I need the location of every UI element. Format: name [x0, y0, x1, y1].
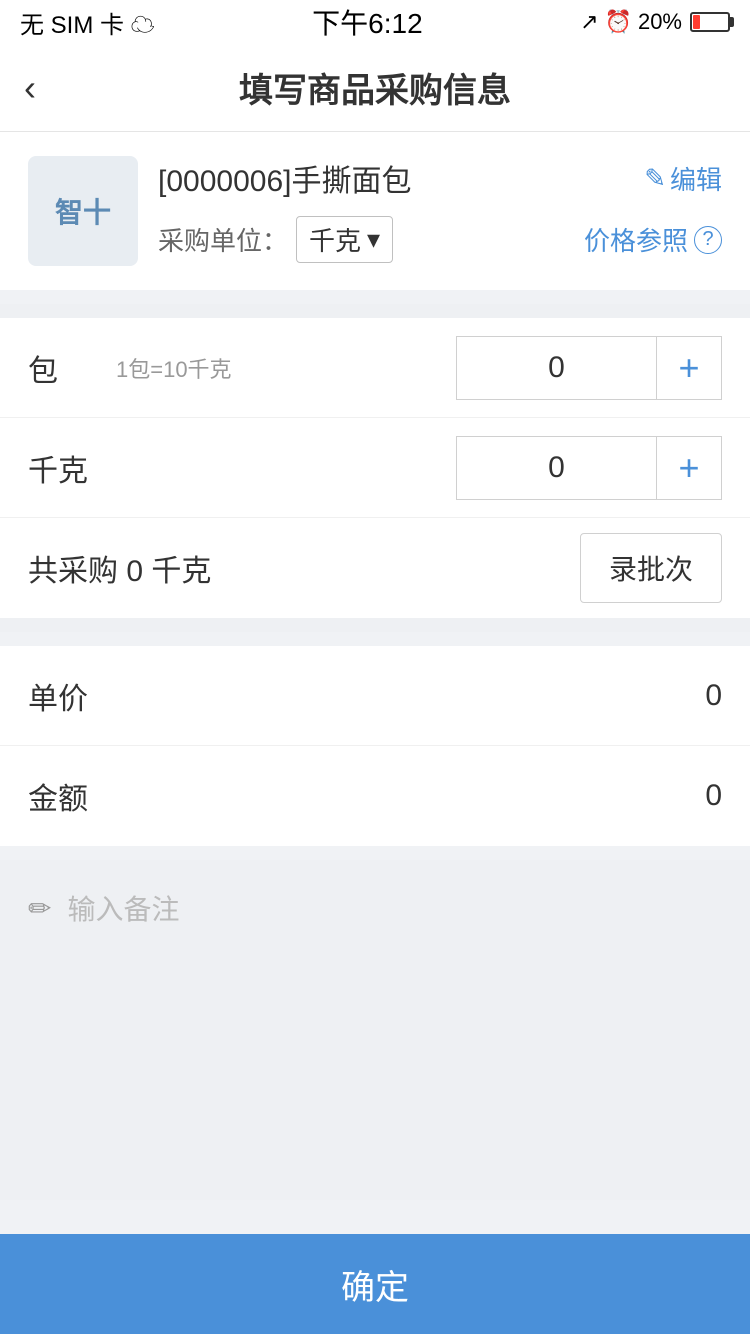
unit-label: 采购单位： 千克 ▾: [158, 216, 393, 263]
bag-input-right: +: [456, 336, 722, 400]
unit-price-label: 单价: [28, 674, 88, 718]
product-info: [0000006]手撕面包 ✎ 编辑 采购单位： 千克 ▾ 价格参照 ?: [158, 156, 722, 263]
pencil-icon: ✏: [28, 892, 51, 925]
confirm-button[interactable]: 确定: [0, 1234, 750, 1334]
section-divider-1: [0, 304, 750, 318]
product-card: 智十 [0000006]手撕面包 ✎ 编辑 采购单位： 千克 ▾: [0, 132, 750, 290]
status-right: ↗ ⏰ 20%: [580, 9, 730, 35]
nav-bar: ‹ 填写商品采购信息: [0, 44, 750, 132]
edit-button[interactable]: ✎ 编辑: [644, 160, 722, 197]
total-row: 共采购 0 千克 录批次: [0, 518, 750, 618]
total-text: 共采购 0 千克: [28, 546, 211, 590]
edit-label: 编辑: [670, 160, 722, 197]
amount-value: 0: [705, 779, 722, 813]
alarm-icon: ⏰: [605, 9, 632, 35]
bag-input-row: 包 1包=10千克 +: [0, 318, 750, 418]
unit-label-text: 采购单位：: [158, 221, 288, 258]
remark-placeholder: 输入备注: [67, 888, 179, 928]
kg-plus-button[interactable]: +: [656, 436, 722, 500]
product-logo: 智十: [28, 156, 138, 266]
status-bar: 无 SIM 卡 ☁ 下午6:12 ↗ ⏰ 20%: [0, 0, 750, 44]
battery-icon: [690, 12, 730, 32]
product-header: [0000006]手撕面包 ✎ 编辑: [158, 156, 722, 200]
input-section: 包 1包=10千克 + 千克 + 共采购 0 千克 录批次: [0, 318, 750, 618]
product-logo-text: 智十: [55, 191, 111, 231]
status-time: 下午6:12: [312, 2, 423, 42]
unit-value: 千克: [309, 221, 361, 258]
bag-plus-button[interactable]: +: [656, 336, 722, 400]
kg-quantity-input[interactable]: [456, 436, 656, 500]
unit-select[interactable]: 千克 ▾: [296, 216, 393, 263]
unit-price-row: 单价 0: [0, 646, 750, 746]
edit-icon: ✎: [644, 163, 666, 194]
kg-input-row: 千克 +: [0, 418, 750, 518]
help-icon: ?: [694, 226, 722, 254]
location-icon: ↗: [580, 9, 598, 35]
bag-sublabel: 1包=10千克: [116, 352, 232, 384]
no-sim-text: 无 SIM 卡 ☁: [20, 5, 155, 40]
bag-quantity-input[interactable]: [456, 336, 656, 400]
dropdown-icon: ▾: [367, 224, 380, 255]
page-title: 填写商品采购信息: [239, 63, 511, 112]
kg-input-right: +: [456, 436, 722, 500]
product-meta: 采购单位： 千克 ▾ 价格参照 ?: [158, 216, 722, 263]
status-left: 无 SIM 卡 ☁: [20, 5, 155, 40]
price-ref-button[interactable]: 价格参照 ?: [584, 221, 722, 258]
remark-section[interactable]: ✏ 输入备注: [0, 860, 750, 1200]
section-divider-2: [0, 618, 750, 632]
battery-text: 20%: [638, 9, 682, 35]
batch-button[interactable]: 录批次: [580, 533, 722, 603]
price-section: 单价 0 金额 0: [0, 646, 750, 846]
amount-label: 金额: [28, 774, 88, 818]
unit-price-value: 0: [705, 679, 722, 713]
back-button[interactable]: ‹: [24, 67, 36, 109]
price-ref-label: 价格参照: [584, 221, 688, 258]
kg-label: 千克: [28, 446, 108, 490]
amount-row: 金额 0: [0, 746, 750, 846]
content: 智十 [0000006]手撕面包 ✎ 编辑 采购单位： 千克 ▾: [0, 132, 750, 1320]
product-name: [0000006]手撕面包: [158, 156, 411, 200]
bag-label: 包: [28, 346, 108, 390]
